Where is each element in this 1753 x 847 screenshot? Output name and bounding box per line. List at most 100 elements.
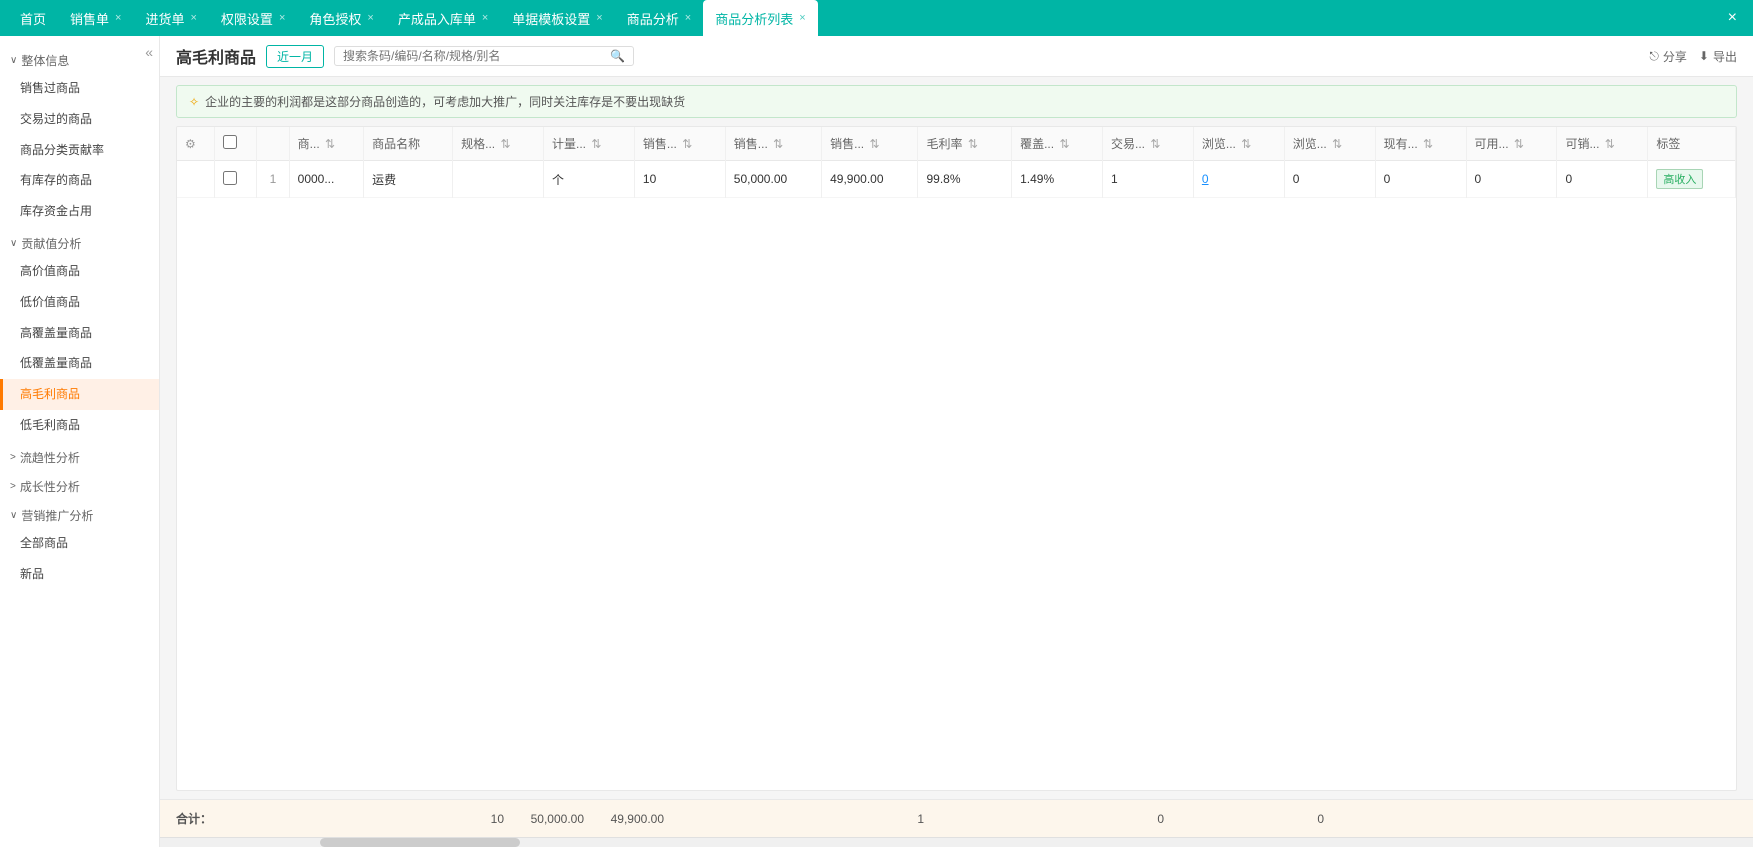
nav-close-product-inbound[interactable]: ×: [482, 12, 488, 24]
sidebar-item-stock-capital[interactable]: 库存资金占用: [0, 196, 159, 227]
sidebar-group-financial-analysis[interactable]: ∨ 贡献值分析: [0, 227, 159, 256]
table-row: 10000...运费个1050,000.0049,900.0099.8%1.49…: [177, 161, 1736, 198]
col-header-sales_amount[interactable]: 销售... ⇅: [725, 127, 821, 161]
period-button[interactable]: 近一月: [266, 45, 324, 68]
sort-icon-sellable: ⇅: [1601, 137, 1614, 151]
nav-close-role-permission[interactable]: ×: [367, 12, 373, 24]
col-header-stock_avail[interactable]: 可用... ⇅: [1466, 127, 1557, 161]
scrollbar-thumb[interactable]: [320, 838, 520, 847]
sidebar-item-goods-contrib[interactable]: 商品分类贡献率: [0, 135, 159, 166]
nav-item-purchase-order[interactable]: 进货单×: [133, 0, 208, 36]
nav-close-product-analysis[interactable]: ×: [685, 12, 691, 24]
select-all-checkbox[interactable]: [223, 135, 237, 149]
export-button[interactable]: ⬇ 导出: [1699, 48, 1737, 65]
nav-item-product-analysis[interactable]: 商品分析×: [615, 0, 703, 36]
cell-tag: 高收入: [1648, 161, 1736, 198]
nav-item-product-analysis-list[interactable]: 商品分析列表×: [703, 0, 817, 36]
sidebar-group-overall-info[interactable]: ∨整体信息: [0, 44, 159, 73]
nav-close-permission-settings[interactable]: ×: [279, 12, 285, 24]
sidebar-item-high-value-goods[interactable]: 高价值商品: [0, 256, 159, 287]
nav-close-sales-order[interactable]: ×: [115, 12, 121, 24]
col-header-sales_qty[interactable]: 销售... ⇅: [634, 127, 725, 161]
footer-sales-qty-val: 10: [432, 812, 512, 826]
nav-close-product-analysis-list[interactable]: ×: [799, 12, 805, 24]
footer-empty1: [672, 812, 772, 826]
cell-sales_qty: 10: [634, 161, 725, 198]
sidebar-item-high-freq-goods[interactable]: 高覆盖量商品: [0, 318, 159, 349]
col-header-name: 商品名称: [364, 127, 453, 161]
col-header-stock_actual[interactable]: 现有... ⇅: [1375, 127, 1466, 161]
sidebar-item-low-value-goods[interactable]: 低价值商品: [0, 287, 159, 318]
share-button[interactable]: ⎋ 分享: [1649, 48, 1687, 65]
cell-margin_rate: 99.8%: [918, 161, 1012, 198]
sidebar-item-instock-goods[interactable]: 有库存的商品: [0, 165, 159, 196]
col-header-tag: 标签: [1648, 127, 1736, 161]
cell-stock_avail: 0: [1466, 161, 1557, 198]
nav-item-sales-order[interactable]: 销售单×: [58, 0, 133, 36]
search-icon[interactable]: 🔍: [610, 49, 625, 63]
sort-icon-stock_avail: ⇅: [1511, 137, 1524, 151]
col-header-trade[interactable]: 交易... ⇅: [1102, 127, 1193, 161]
sidebar-group-growth-analysis[interactable]: >成长性分析: [0, 470, 159, 499]
col-header-sales_profit[interactable]: 销售... ⇅: [822, 127, 918, 161]
nav-item-permission-settings[interactable]: 权限设置×: [209, 0, 297, 36]
horizontal-scrollbar[interactable]: [160, 837, 1753, 847]
col-header-coverage[interactable]: 覆盖... ⇅: [1012, 127, 1103, 161]
col-header-margin_rate[interactable]: 毛利率 ⇅: [918, 127, 1012, 161]
sort-icon-sales_amount: ⇅: [770, 137, 783, 151]
nav-item-role-permission[interactable]: 角色授权×: [297, 0, 385, 36]
export-label: 导出: [1713, 48, 1737, 65]
nav-item-product-inbound[interactable]: 产成品入库单×: [386, 0, 500, 36]
sidebar-group-arrow-marketing-analysis: ∨: [10, 510, 17, 521]
top-nav: 首页销售单×进货单×权限设置×角色授权×产成品入库单×单据模板设置×商品分析×商…: [0, 0, 1753, 36]
close-all-tabs[interactable]: ×: [1720, 9, 1745, 27]
nav-item-order-template[interactable]: 单据模板设置×: [500, 0, 614, 36]
col-header-unit[interactable]: 计量... ⇅: [544, 127, 635, 161]
footer-total: 合计： 10 50,000.00 49,900.00 1 0 0: [160, 799, 1753, 837]
cell-coverage: 1.49%: [1012, 161, 1103, 198]
search-input[interactable]: [343, 49, 606, 63]
sidebar-item-new-goods[interactable]: 新品: [0, 559, 159, 590]
nav-close-order-template[interactable]: ×: [596, 12, 602, 24]
col-header-code[interactable]: 商... ⇅: [289, 127, 363, 161]
footer-trade: 1: [852, 812, 932, 826]
footer-stock-actual: 0: [1092, 812, 1172, 826]
sort-icon-coverage: ⇅: [1056, 137, 1069, 151]
sidebar-item-traded-goods[interactable]: 交易过的商品: [0, 104, 159, 135]
col-header-view1[interactable]: 浏览... ⇅: [1193, 127, 1284, 161]
sidebar-group-arrow-financial-analysis: ∨: [10, 238, 17, 249]
cell-trade: 1: [1102, 161, 1193, 198]
cell-stock_actual: 0: [1375, 161, 1466, 198]
footer-label: 合计：: [176, 810, 212, 827]
sidebar-group-marketing-analysis[interactable]: ∨营销推广分析: [0, 499, 159, 528]
col-header-sellable[interactable]: 可销... ⇅: [1557, 127, 1648, 161]
view-link[interactable]: 0: [1202, 172, 1209, 186]
sidebar-item-high-margin-goods[interactable]: 高毛利商品: [0, 379, 159, 410]
sidebar-item-all-goods[interactable]: 全部商品: [0, 528, 159, 559]
col-header-settings: ⚙: [177, 127, 214, 161]
sort-icon-trade: ⇅: [1147, 137, 1160, 151]
sidebar-item-sales-goods[interactable]: 销售过商品: [0, 73, 159, 104]
nav-item-home[interactable]: 首页: [8, 0, 58, 36]
settings-col-icon[interactable]: ⚙: [185, 137, 196, 151]
col-header-view2[interactable]: 浏览... ⇅: [1284, 127, 1375, 161]
cell-sales_amount: 50,000.00: [725, 161, 821, 198]
cell-view2: 0: [1284, 161, 1375, 198]
sidebar-group-trend-analysis[interactable]: >流趋性分析: [0, 441, 159, 470]
sidebar-group-label-growth-analysis: 成长性分析: [20, 478, 80, 495]
footer-empty2: [772, 812, 852, 826]
nav-close-purchase-order[interactable]: ×: [190, 12, 196, 24]
row-checkbox[interactable]: [223, 171, 237, 185]
search-box: 🔍: [334, 46, 634, 66]
sidebar-item-low-margin-goods[interactable]: 低毛利商品: [0, 410, 159, 441]
sidebar-group-label-financial-analysis: 贡献值分析: [21, 235, 81, 252]
sidebar-item-low-freq-goods[interactable]: 低覆盖量商品: [0, 348, 159, 379]
content-header: 高毛利商品 近一月 🔍 ⎋ 分享 ⬇ 导出: [160, 36, 1753, 77]
info-bar: ✧ 企业的主要的利润都是这部分商品创造的，可考虑加大推广，同时关注库存是不要出现…: [176, 85, 1737, 118]
sidebar-group-arrow-trend-analysis: >: [10, 452, 16, 463]
footer-sales-amount: 50,000.00: [512, 812, 592, 826]
col-header-spec[interactable]: 规格... ⇅: [453, 127, 544, 161]
sidebar: « ∨整体信息销售过商品交易过的商品商品分类贡献率有库存的商品库存资金占用 ∨ 贡献…: [0, 36, 160, 847]
sidebar-collapse-btn[interactable]: «: [145, 44, 153, 60]
footer-sales-profit: 49,900.00: [592, 812, 672, 826]
